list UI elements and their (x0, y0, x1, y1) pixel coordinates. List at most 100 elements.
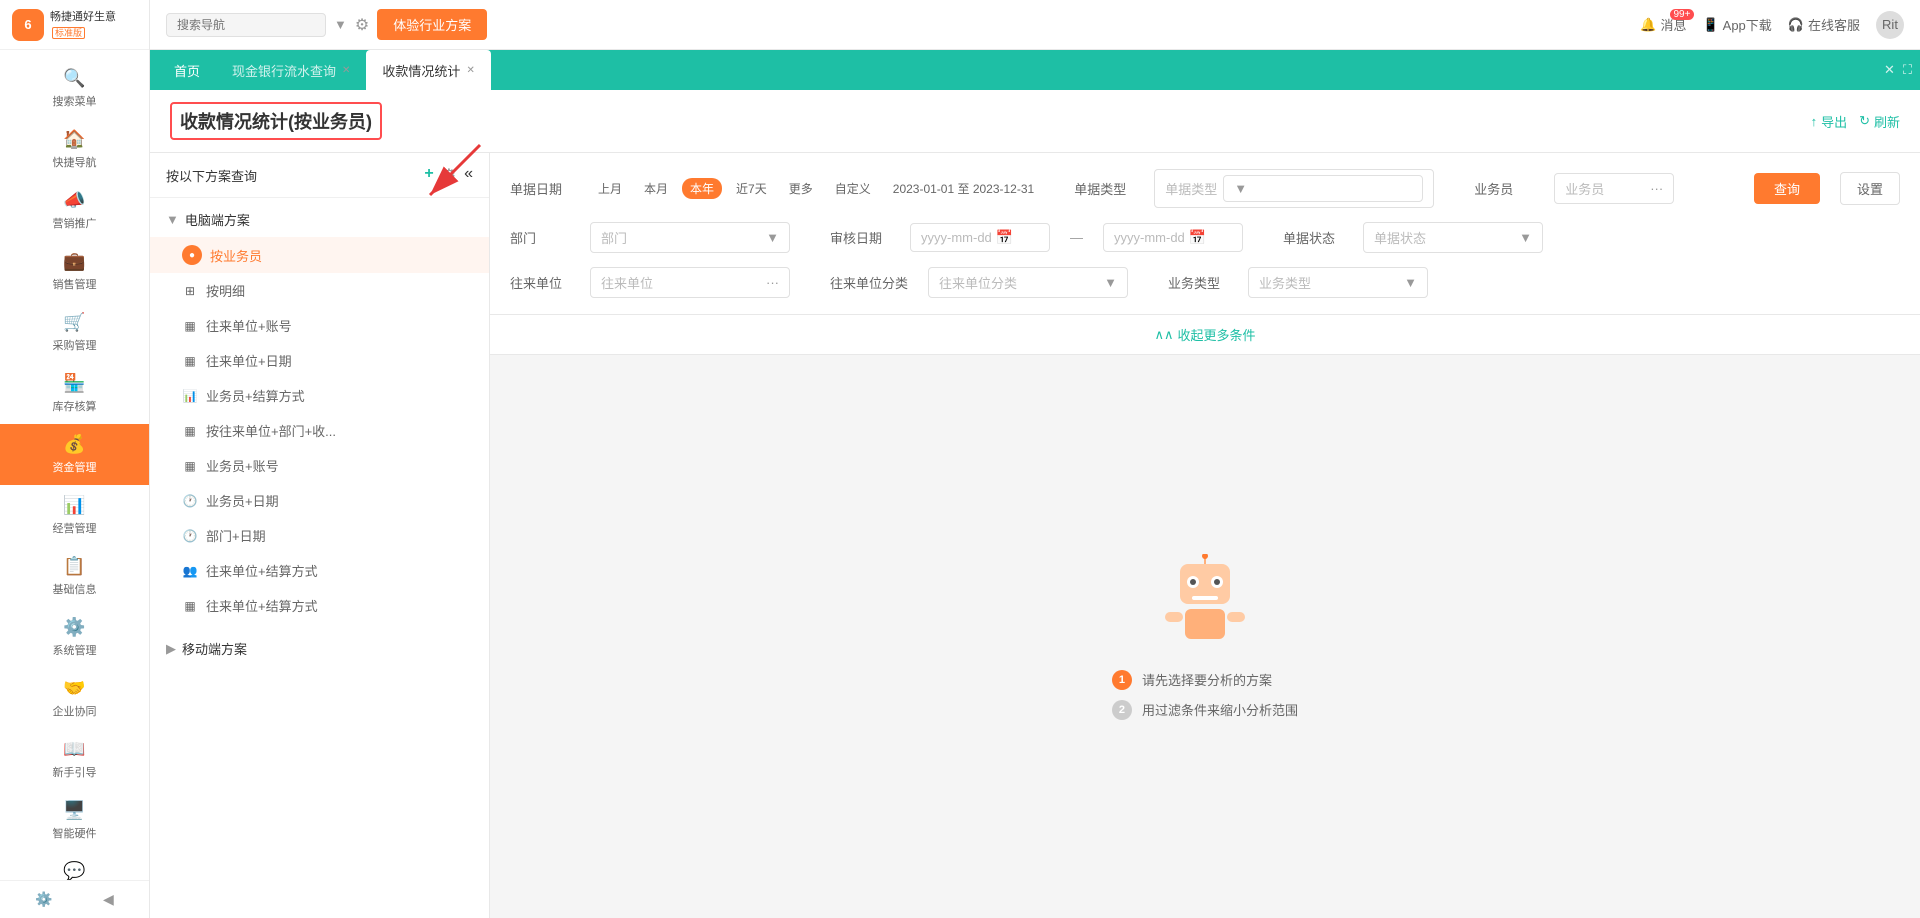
scheme-item-unit-calc1[interactable]: 👥 往来单位+结算方式 (150, 553, 489, 588)
scheme-item-unit-account[interactable]: ▦ 往来单位+账号 (150, 308, 489, 343)
app-download-btn[interactable]: 📱 App下载 (1702, 15, 1771, 34)
collapse-bar: ∧∧ 收起更多条件 (490, 315, 1920, 355)
scheme-item-by-detail[interactable]: ⊞ 按明细 (150, 273, 489, 308)
empty-robot-illustration (1155, 554, 1255, 654)
biztype-label: 业务类型 (1168, 273, 1228, 292)
tab-close-bank-flow[interactable]: ✕ (342, 65, 350, 76)
scheme-item-salesman-calc[interactable]: 📊 业务员+结算方式 (150, 378, 489, 413)
trial-button[interactable]: 体验行业方案 (377, 9, 487, 40)
scheme-item-unit-calc2[interactable]: ▦ 往来单位+结算方式 (150, 588, 489, 623)
salesman-more-icon[interactable]: ··· (1650, 181, 1663, 196)
close-window-btn[interactable]: ✕ (1884, 62, 1895, 78)
result-area: 1 请先选择要分析的方案 2 用过滤条件来缩小分析范围 (490, 355, 1920, 918)
sidebar-item-enterprise[interactable]: 🤝 企业协同 (0, 668, 149, 729)
sidebar-item-inventory[interactable]: 🏪 库存核算 (0, 363, 149, 424)
sidebar-item-quick-nav[interactable]: 🏠 快捷导航 (0, 119, 149, 180)
scheme-setting-btn[interactable]: ⚙ (442, 165, 456, 185)
doctype-arrow-icon: ▼ (1223, 175, 1423, 202)
salesman-select[interactable]: 业务员 ··· (1554, 173, 1674, 204)
money-icon: 💰 (63, 434, 85, 455)
logo-icon: 6 (12, 9, 44, 41)
topbar-right: 🔔 消息 99+ 📱 App下载 🎧 在线客服 Rit (1640, 11, 1904, 39)
scheme-panel-actions: + ⚙ « (424, 165, 473, 185)
sidebar-item-system[interactable]: ⚙️ 系统管理 (0, 607, 149, 668)
biztype-select[interactable]: 业务类型 ▼ (1248, 267, 1428, 298)
step-2: 2 用过滤条件来缩小分析范围 (1112, 700, 1298, 720)
doctype-select[interactable]: 单据类型 ▼ (1154, 169, 1434, 208)
scheme-group-mobile: ▶ 移动端方案 (150, 627, 489, 670)
review-date-start[interactable]: yyyy-mm-dd 📅 (910, 223, 1050, 252)
calendar2-icon[interactable]: 📅 (1189, 229, 1206, 246)
date-tab-custom[interactable]: 自定义 (827, 178, 879, 199)
sidebar-item-hardware[interactable]: 🖥️ 智能硬件 (0, 790, 149, 851)
sidebar-item-sales[interactable]: 💼 销售管理 (0, 241, 149, 302)
scheme-item-dept-date[interactable]: 🕐 部门+日期 (150, 518, 489, 553)
scheme-item-unit-date[interactable]: ▦ 往来单位+日期 (150, 343, 489, 378)
tab-bank-flow[interactable]: 现金银行流水查询 ✕ (216, 50, 366, 90)
calendar-icon[interactable]: 📅 (996, 229, 1013, 246)
footer-collapse-btn[interactable]: ◀ (103, 891, 114, 908)
scheme-collapse-btn[interactable]: « (464, 165, 473, 185)
sidebar-item-capital[interactable]: 💰 资金管理 (0, 424, 149, 485)
docstatus-arrow-icon: ▼ (1519, 230, 1532, 245)
review-date-end[interactable]: yyyy-mm-dd 📅 (1103, 223, 1243, 252)
unit-select[interactable]: 往来单位 ··· (590, 267, 790, 298)
sidebar-item-marketing[interactable]: 📣 营销推广 (0, 180, 149, 241)
dropdown-arrow-icon[interactable]: ▼ (334, 17, 347, 32)
scheme-item-by-salesman[interactable]: ● 按业务员 (150, 237, 489, 273)
date-tab-thismonth[interactable]: 本月 (636, 178, 676, 199)
avatar[interactable]: Rit (1876, 11, 1904, 39)
docstatus-select[interactable]: 单据状态 ▼ (1363, 222, 1543, 253)
date-tab-thisyear[interactable]: 本年 (682, 178, 722, 199)
table2-icon: ▦ (182, 353, 198, 369)
footer-settings-btn[interactable]: ⚙️ (35, 891, 52, 908)
refresh-button[interactable]: ↻ 刷新 (1859, 112, 1900, 131)
pc-group-label: 电脑端方案 (185, 210, 250, 229)
table4-icon: ▦ (182, 458, 198, 474)
docstatus-value: 单据状态 (1374, 228, 1513, 247)
query-button[interactable]: 查询 (1754, 173, 1820, 204)
setting-button[interactable]: 设置 (1840, 172, 1900, 205)
collapse-more-btn[interactable]: ∧∧ 收起更多条件 (1154, 325, 1255, 344)
date-tab-lastmonth[interactable]: 上月 (590, 178, 630, 199)
unit-category-select[interactable]: 往来单位分类 ▼ (928, 267, 1128, 298)
online-service-btn[interactable]: 🎧 在线客服 (1788, 15, 1860, 34)
unit-more-icon[interactable]: ··· (766, 275, 779, 290)
sidebar-item-search[interactable]: 🔍 搜索菜单 (0, 58, 149, 119)
sidebar-item-purchase[interactable]: 🛒 采购管理 (0, 302, 149, 363)
dept-select[interactable]: 部门 ▼ (590, 222, 790, 253)
main-area: ▼ ⚙ 体验行业方案 🔔 消息 99+ 📱 App下载 🎧 在线客服 Rit (150, 0, 1920, 918)
page-header: 收款情况统计(按业务员) ↑ 导出 ↻ 刷新 (150, 90, 1920, 153)
sidebar-item-operation[interactable]: 📊 经营管理 (0, 485, 149, 546)
sidebar-item-guide[interactable]: 📖 新手引导 (0, 729, 149, 790)
topbar-gear-icon[interactable]: ⚙ (355, 15, 369, 35)
tab-receipt-stat[interactable]: 收款情况统计 ✕ (366, 50, 490, 90)
window-controls: ✕ ⛶ (1884, 62, 1912, 78)
cart-icon: 🛒 (63, 312, 85, 333)
bar-chart-icon: 📊 (182, 388, 198, 404)
date-tab-7days[interactable]: 近7天 (728, 178, 775, 199)
clipboard-icon: 📋 (63, 556, 85, 577)
doctype-label: 单据类型 (1074, 179, 1134, 198)
maximize-window-btn[interactable]: ⛶ (1903, 62, 1912, 78)
sales-icon: 💼 (63, 251, 85, 272)
search-input[interactable] (166, 13, 326, 37)
date-tab-more[interactable]: 更多 (781, 178, 821, 199)
logo-badge: 标准版 (52, 27, 85, 39)
mobile-group-header[interactable]: ▶ 移动端方案 (150, 631, 489, 666)
export-button[interactable]: ↑ 导出 (1811, 112, 1848, 131)
scheme-add-btn[interactable]: + (424, 165, 433, 185)
message-btn[interactable]: 🔔 消息 99+ (1640, 15, 1686, 34)
phone-icon: 📱 (1702, 17, 1718, 33)
scheme-item-salesman-date[interactable]: 🕐 业务员+日期 (150, 483, 489, 518)
scheme-item-salesman-account[interactable]: ▦ 业务员+账号 (150, 448, 489, 483)
filter-area: 单据日期 上月 本月 本年 近7天 更多 自定义 2023-01-01 至 20… (490, 153, 1920, 315)
robot-svg (1155, 554, 1255, 654)
clock-icon: 🕐 (182, 493, 198, 509)
sidebar-item-basic[interactable]: 📋 基础信息 (0, 546, 149, 607)
pc-group-header[interactable]: ▼ 电脑端方案 (150, 202, 489, 237)
tab-home[interactable]: 首页 (158, 50, 216, 90)
scheme-item-unit-dept-recv[interactable]: ▦ 按往来单位+部门+收... (150, 413, 489, 448)
sidebar-item-wechat[interactable]: 💬 企业微信 (0, 851, 149, 880)
tab-close-receipt-stat[interactable]: ✕ (466, 65, 474, 76)
